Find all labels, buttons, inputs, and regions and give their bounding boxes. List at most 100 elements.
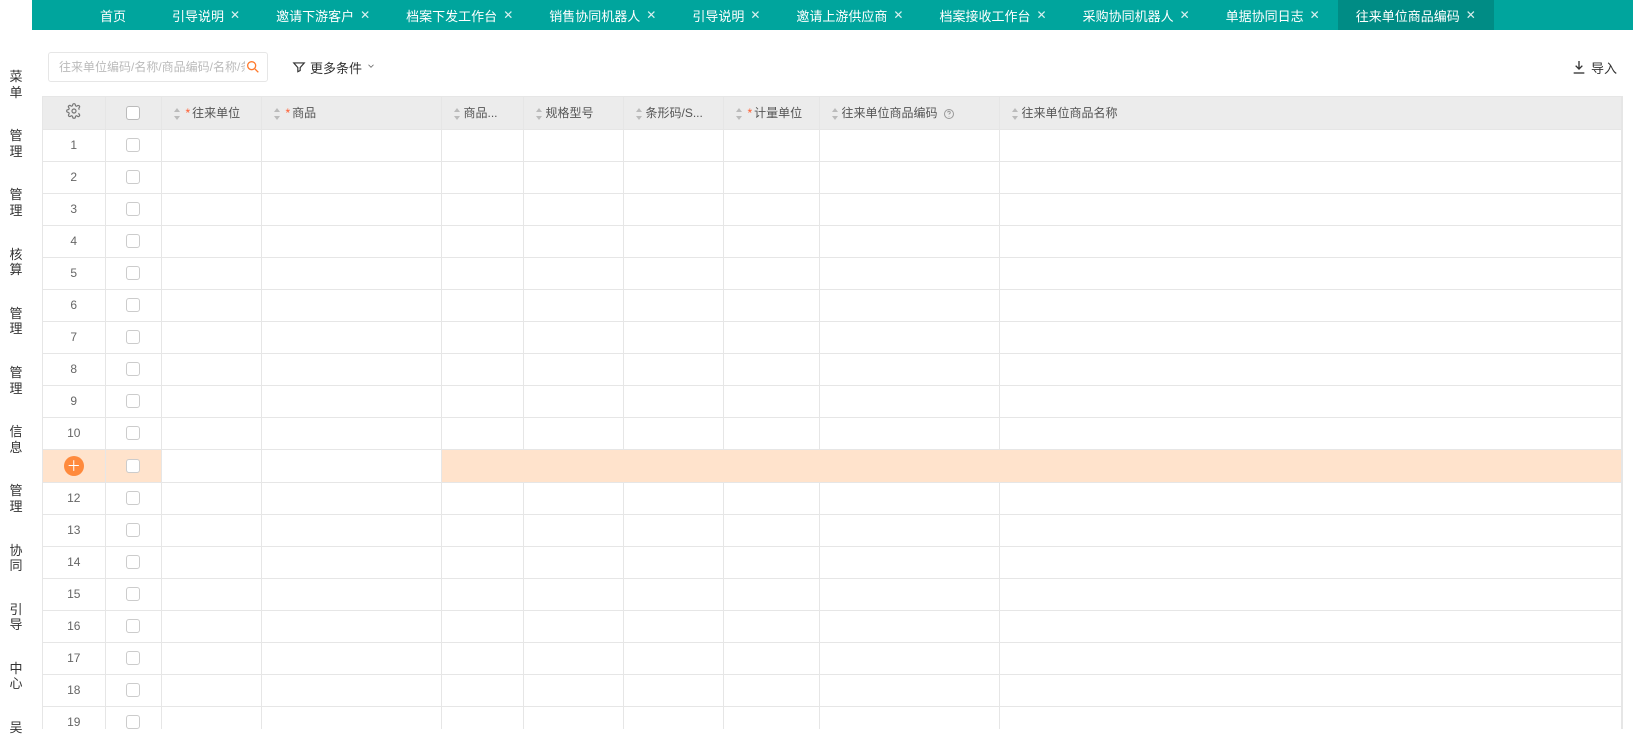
- table-cell[interactable]: [999, 546, 1622, 578]
- sidebar-item-8[interactable]: 协同: [0, 529, 32, 588]
- table-cell[interactable]: [999, 161, 1622, 193]
- row-checkbox[interactable]: [126, 683, 140, 697]
- table-cell[interactable]: [723, 482, 819, 514]
- row-checkbox[interactable]: [126, 170, 140, 184]
- close-icon[interactable]: ✕: [1037, 8, 1047, 22]
- table-cell[interactable]: [819, 353, 999, 385]
- table-cell[interactable]: [623, 578, 723, 610]
- table-row[interactable]: 8: [43, 353, 1622, 385]
- table-cell[interactable]: [523, 193, 623, 225]
- table-cell[interactable]: [999, 321, 1622, 353]
- table-cell[interactable]: [441, 257, 523, 289]
- row-checkbox[interactable]: [126, 491, 140, 505]
- table-cell[interactable]: [523, 642, 623, 674]
- table-row[interactable]: 15: [43, 578, 1622, 610]
- header-settings[interactable]: [43, 97, 105, 129]
- table-cell[interactable]: [999, 482, 1622, 514]
- table-cell[interactable]: [723, 353, 819, 385]
- tab-1[interactable]: 引导说明✕: [154, 0, 258, 30]
- table-row[interactable]: 4: [43, 225, 1622, 257]
- row-checkbox[interactable]: [126, 523, 140, 537]
- table-row[interactable]: 6: [43, 289, 1622, 321]
- sidebar-item-7[interactable]: 管理: [0, 469, 32, 528]
- table-cell[interactable]: [723, 706, 819, 729]
- tab-0[interactable]: 首页: [72, 0, 154, 30]
- header-col-product-short[interactable]: 商品...: [441, 97, 523, 129]
- table-row[interactable]: ＋: [43, 449, 1622, 482]
- select-all-checkbox[interactable]: [126, 106, 140, 120]
- table-cell[interactable]: [261, 193, 441, 225]
- close-icon[interactable]: ✕: [1180, 8, 1190, 22]
- table-cell[interactable]: [819, 482, 999, 514]
- table-cell[interactable]: [441, 578, 523, 610]
- sort-icon[interactable]: [452, 108, 462, 120]
- table-cell[interactable]: [261, 289, 441, 321]
- table-row[interactable]: 5: [43, 257, 1622, 289]
- table-cell[interactable]: [999, 257, 1622, 289]
- table-cell[interactable]: [723, 578, 819, 610]
- table-cell[interactable]: [623, 225, 723, 257]
- sidebar-item-6[interactable]: 信息: [0, 410, 32, 469]
- table-row[interactable]: 2: [43, 161, 1622, 193]
- table-cell[interactable]: [161, 578, 261, 610]
- table-cell[interactable]: [161, 482, 261, 514]
- row-checkbox[interactable]: [126, 202, 140, 216]
- sort-icon[interactable]: [172, 108, 182, 120]
- table-cell[interactable]: [819, 578, 999, 610]
- table-cell[interactable]: [623, 353, 723, 385]
- row-checkbox[interactable]: [126, 330, 140, 344]
- tab-4[interactable]: 销售协同机器人✕: [531, 0, 674, 30]
- sidebar-item-11[interactable]: 吴: [0, 706, 32, 750]
- table-cell[interactable]: [523, 225, 623, 257]
- table-cell[interactable]: [261, 129, 441, 161]
- table-cell[interactable]: [623, 706, 723, 729]
- sidebar-item-9[interactable]: 引导: [0, 588, 32, 647]
- table-cell[interactable]: [819, 257, 999, 289]
- table-cell[interactable]: [723, 674, 819, 706]
- table-cell[interactable]: [819, 706, 999, 729]
- table-cell[interactable]: [261, 225, 441, 257]
- header-col-unit[interactable]: *往来单位: [161, 97, 261, 129]
- table-cell[interactable]: [261, 610, 441, 642]
- table-row[interactable]: 12: [43, 482, 1622, 514]
- table-cell[interactable]: [623, 642, 723, 674]
- table-cell[interactable]: [819, 514, 999, 546]
- table-cell[interactable]: [723, 161, 819, 193]
- table-cell[interactable]: [261, 514, 441, 546]
- table-cell[interactable]: [623, 417, 723, 449]
- close-icon[interactable]: ✕: [1466, 8, 1476, 22]
- header-col-unit-prod-code[interactable]: 往来单位商品编码: [819, 97, 999, 129]
- table-cell[interactable]: [999, 353, 1622, 385]
- table-cell[interactable]: [161, 706, 261, 729]
- table-cell[interactable]: [261, 353, 441, 385]
- table-cell[interactable]: [819, 193, 999, 225]
- search-box[interactable]: [48, 52, 268, 82]
- table-cell[interactable]: [723, 417, 819, 449]
- table-cell[interactable]: [819, 642, 999, 674]
- tab-6[interactable]: 邀请上游供应商✕: [778, 0, 921, 30]
- table-cell[interactable]: [261, 578, 441, 610]
- table-cell[interactable]: [261, 546, 441, 578]
- table-cell[interactable]: [999, 642, 1622, 674]
- table-row[interactable]: 9: [43, 385, 1622, 417]
- sort-icon[interactable]: [272, 108, 282, 120]
- table-cell[interactable]: [261, 161, 441, 193]
- row-checkbox[interactable]: [126, 362, 140, 376]
- sidebar-item-5[interactable]: 管理: [0, 351, 32, 410]
- table-cell[interactable]: [441, 674, 523, 706]
- table-cell[interactable]: [723, 289, 819, 321]
- table-cell[interactable]: [161, 353, 261, 385]
- table-cell[interactable]: [999, 193, 1622, 225]
- table-cell[interactable]: [623, 482, 723, 514]
- active-merged-cells[interactable]: [441, 449, 1622, 482]
- table-cell[interactable]: [999, 417, 1622, 449]
- table-cell[interactable]: [623, 321, 723, 353]
- table-cell[interactable]: [723, 514, 819, 546]
- table-cell[interactable]: [161, 417, 261, 449]
- table-cell[interactable]: [999, 129, 1622, 161]
- table-row[interactable]: 3: [43, 193, 1622, 225]
- row-checkbox[interactable]: [126, 715, 140, 729]
- table-cell[interactable]: [819, 321, 999, 353]
- table-cell[interactable]: [161, 289, 261, 321]
- table-cell[interactable]: [441, 129, 523, 161]
